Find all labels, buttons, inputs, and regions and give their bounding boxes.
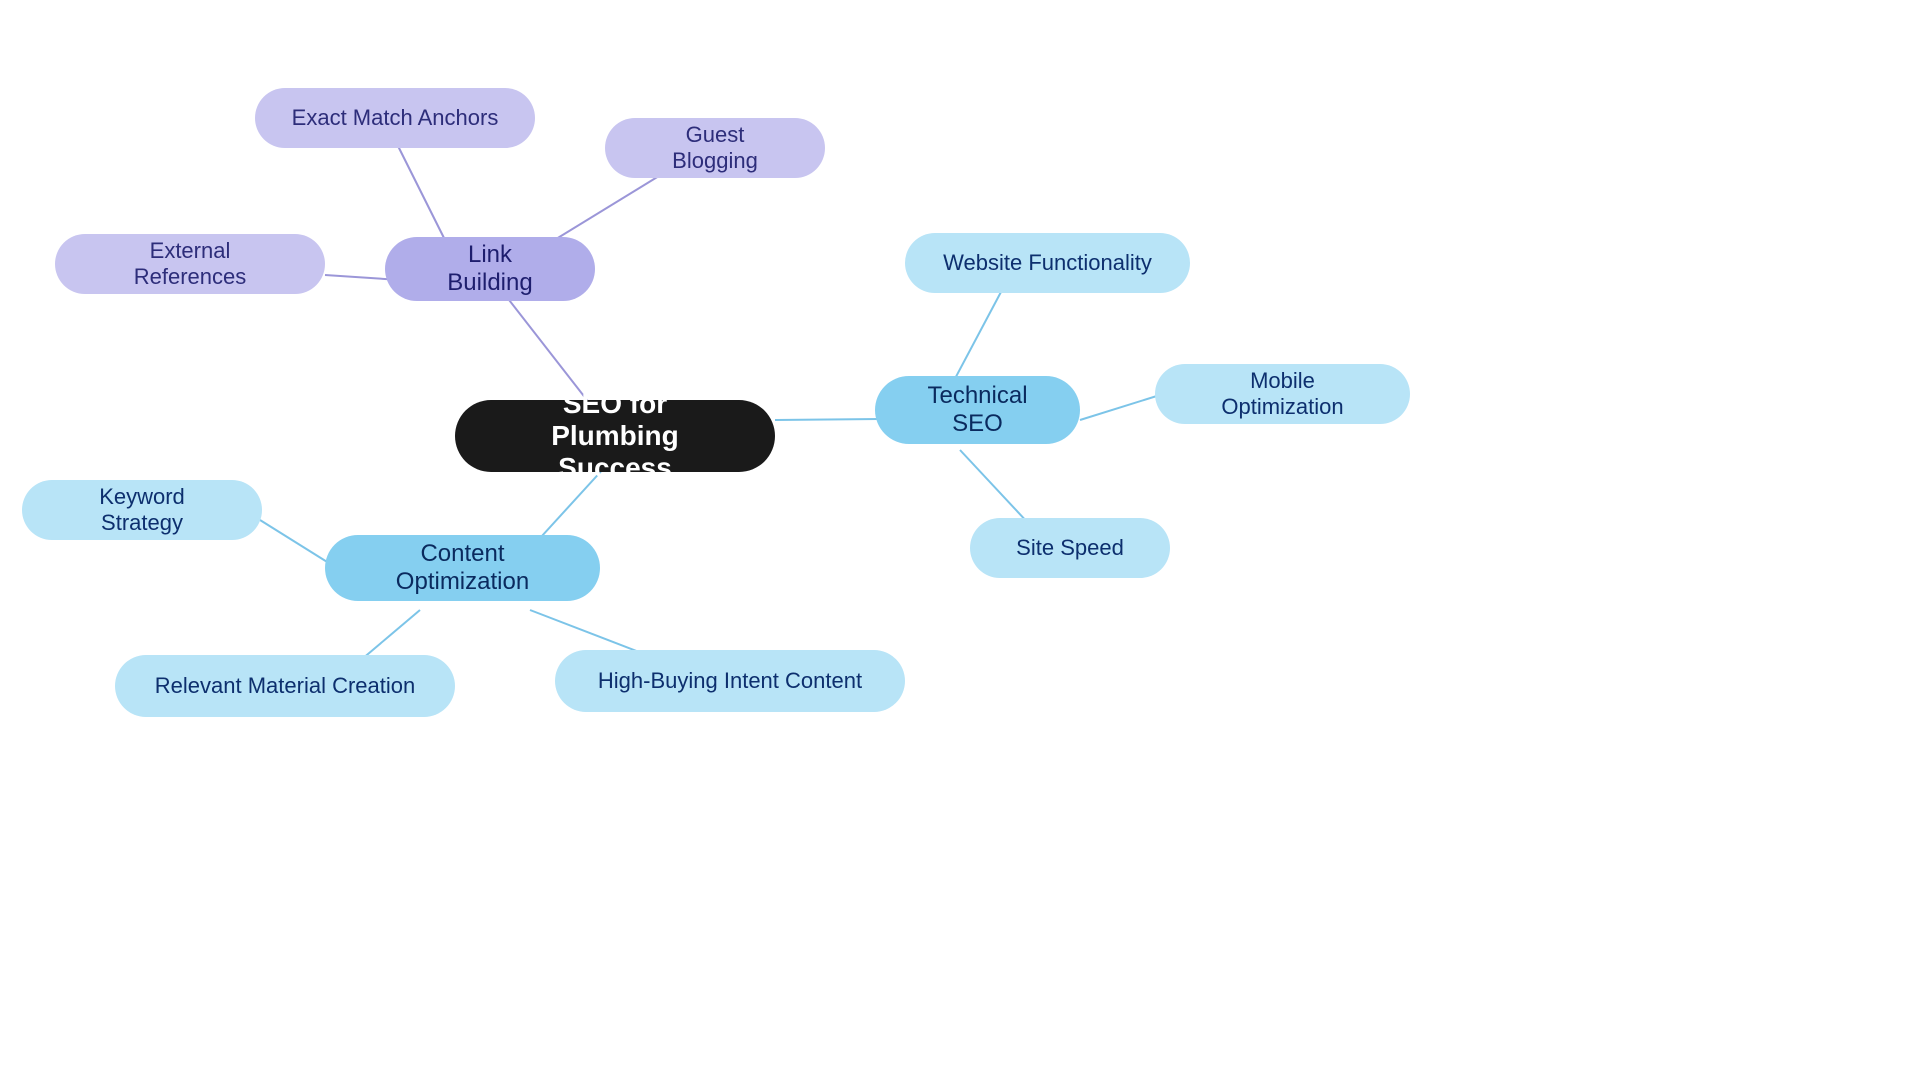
content-optimization-label: Content Optimization (365, 540, 560, 596)
site-speed-label: Site Speed (1016, 535, 1124, 561)
high-buying-node: High-Buying Intent Content (555, 650, 905, 712)
guest-blogging-node: Guest Blogging (605, 118, 825, 178)
technical-seo-node: Technical SEO (875, 376, 1080, 444)
relevant-material-node: Relevant Material Creation (115, 655, 455, 717)
link-building-node: Link Building (385, 237, 595, 301)
mobile-optimization-node: Mobile Optimization (1155, 364, 1410, 424)
center-label: SEO for Plumbing Success (503, 388, 727, 484)
website-functionality-label: Website Functionality (943, 250, 1152, 276)
link-building-label: Link Building (425, 241, 555, 297)
high-buying-label: High-Buying Intent Content (598, 668, 862, 694)
mobile-optimization-label: Mobile Optimization (1191, 368, 1374, 420)
external-references-label: External References (91, 238, 289, 290)
website-functionality-node: Website Functionality (905, 233, 1190, 293)
content-optimization-node: Content Optimization (325, 535, 600, 601)
keyword-strategy-node: Keyword Strategy (22, 480, 262, 540)
technical-seo-label: Technical SEO (915, 382, 1040, 438)
relevant-material-label: Relevant Material Creation (155, 673, 415, 699)
external-references-node: External References (55, 234, 325, 294)
site-speed-node: Site Speed (970, 518, 1170, 578)
guest-blogging-label: Guest Blogging (641, 122, 789, 174)
exact-match-anchors-node: Exact Match Anchors (255, 88, 535, 148)
exact-match-anchors-label: Exact Match Anchors (292, 105, 499, 131)
center-node: SEO for Plumbing Success (455, 400, 775, 472)
keyword-strategy-label: Keyword Strategy (58, 484, 226, 536)
